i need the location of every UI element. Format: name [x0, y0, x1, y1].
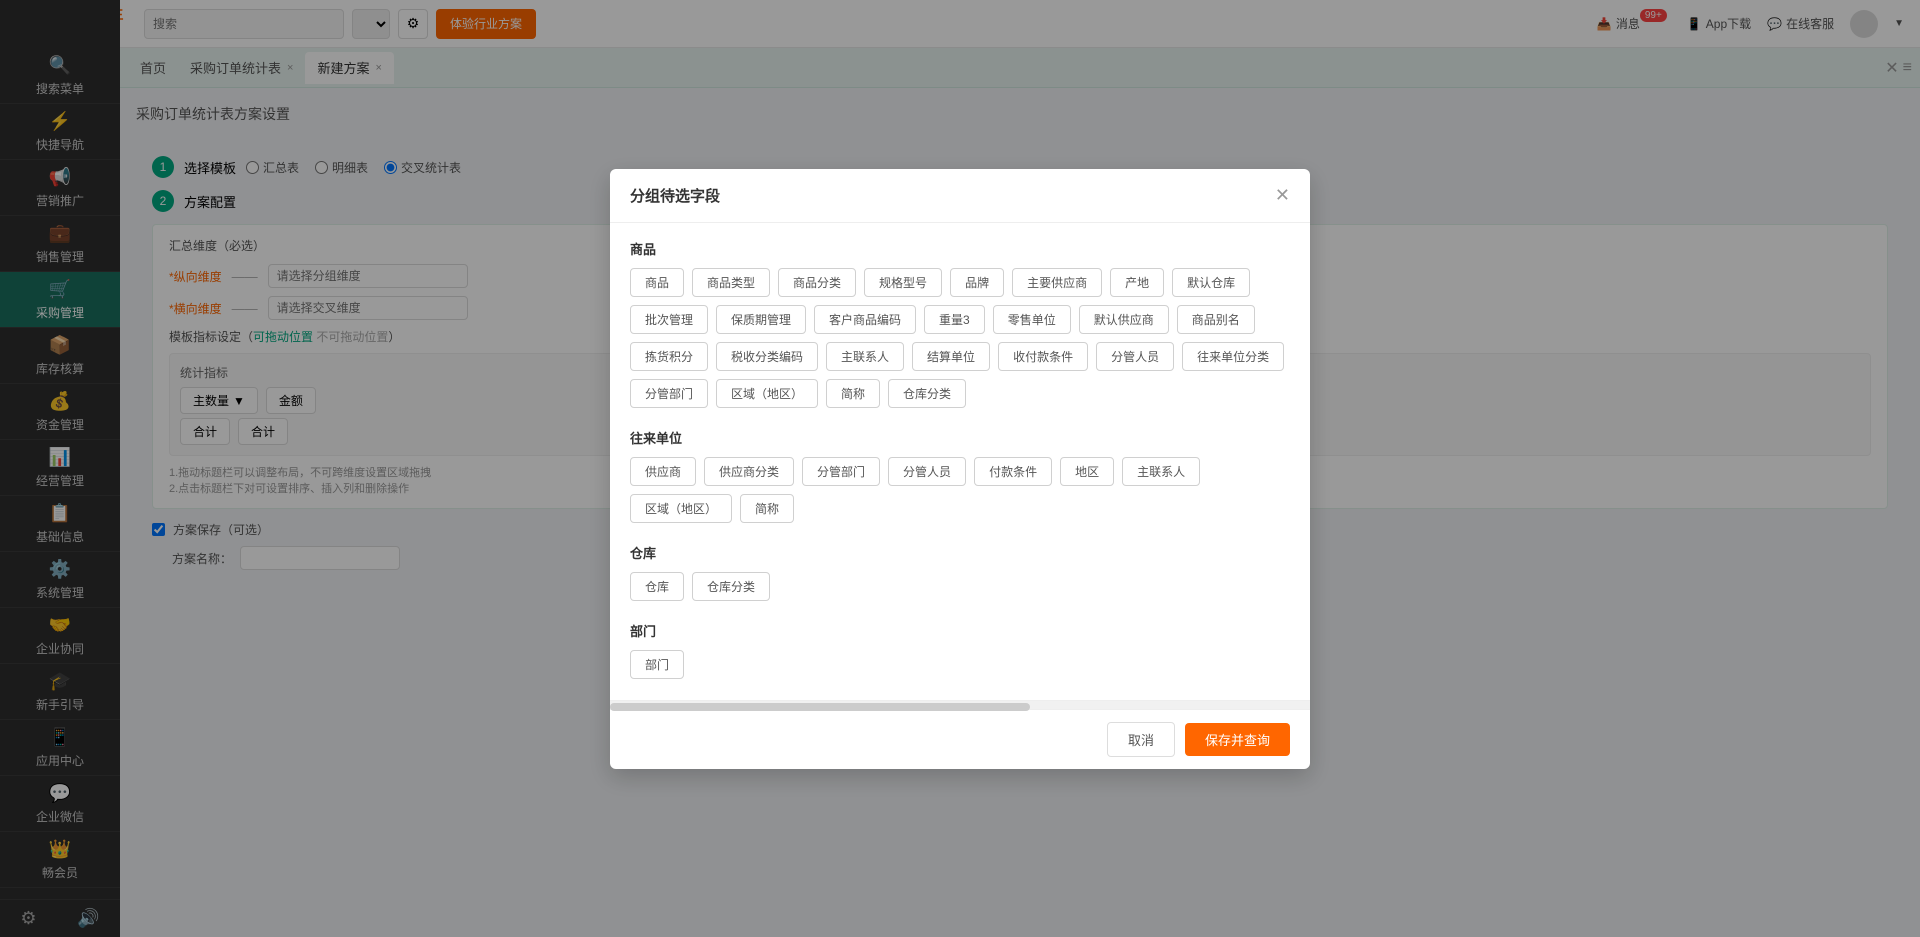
field-tag[interactable]: 仓库分类	[692, 572, 770, 601]
field-tag[interactable]: 批次管理	[630, 305, 708, 334]
field-tag[interactable]: 保质期管理	[716, 305, 806, 334]
field-tag[interactable]: 默认仓库	[1172, 268, 1250, 297]
field-tag[interactable]: 税收分类编码	[716, 342, 818, 371]
field-section: 商品商品商品类型商品分类规格型号品牌主要供应商产地默认仓库批次管理保质期管理客户…	[630, 239, 1290, 408]
field-tag[interactable]: 收付款条件	[998, 342, 1088, 371]
field-tag[interactable]: 客户商品编码	[814, 305, 916, 334]
field-tag[interactable]: 区域（地区）	[630, 494, 732, 523]
field-tag[interactable]: 商品别名	[1177, 305, 1255, 334]
field-tag[interactable]: 零售单位	[993, 305, 1071, 334]
field-tag[interactable]: 分管人员	[1096, 342, 1174, 371]
field-tag[interactable]: 供应商分类	[704, 457, 794, 486]
field-tag[interactable]: 区域（地区）	[716, 379, 818, 408]
field-grid: 商品商品类型商品分类规格型号品牌主要供应商产地默认仓库批次管理保质期管理客户商品…	[630, 268, 1290, 408]
field-tag[interactable]: 主联系人	[1122, 457, 1200, 486]
field-tag[interactable]: 往来单位分类	[1182, 342, 1284, 371]
modal-overlay: 分组待选字段 ✕ 商品商品商品类型商品分类规格型号品牌主要供应商产地默认仓库批次…	[0, 0, 1920, 937]
field-tag[interactable]: 地区	[1060, 457, 1114, 486]
field-tag[interactable]: 仓库分类	[888, 379, 966, 408]
field-tag[interactable]: 默认供应商	[1079, 305, 1169, 334]
field-tag[interactable]: 部门	[630, 650, 684, 679]
field-grid: 部门	[630, 650, 1290, 679]
section-title: 仓库	[630, 543, 1290, 562]
field-tag[interactable]: 拣货积分	[630, 342, 708, 371]
field-section: 往来单位供应商供应商分类分管部门分管人员付款条件地区主联系人区域（地区） 简称	[630, 428, 1290, 523]
field-tag[interactable]: 商品	[630, 268, 684, 297]
field-tag[interactable]: 主要供应商	[1012, 268, 1102, 297]
field-tag[interactable]: 主联系人	[826, 342, 904, 371]
field-tag[interactable]: 分管人员	[888, 457, 966, 486]
field-tag[interactable]: 重量3	[924, 305, 985, 334]
field-tag[interactable]: 商品类型	[692, 268, 770, 297]
field-tag[interactable]: 简称	[740, 494, 794, 523]
cancel-button[interactable]: 取消	[1107, 722, 1175, 757]
field-tag[interactable]: 供应商	[630, 457, 696, 486]
field-grid: 供应商供应商分类分管部门分管人员付款条件地区主联系人区域（地区） 简称	[630, 457, 1290, 523]
section-title: 部门	[630, 621, 1290, 640]
field-tag[interactable]: 分管部门	[630, 379, 708, 408]
modal-footer: 取消 保存并查询	[610, 709, 1310, 769]
field-tag[interactable]: 商品分类	[778, 268, 856, 297]
save-query-button[interactable]: 保存并查询	[1185, 723, 1290, 756]
field-tag[interactable]: 付款条件	[974, 457, 1052, 486]
field-tag[interactable]: 产地	[1110, 268, 1164, 297]
modal-title: 分组待选字段	[630, 185, 720, 206]
modal-scrollbar-thumb	[610, 703, 1030, 711]
field-section: 仓库仓库仓库分类	[630, 543, 1290, 601]
section-title: 商品	[630, 239, 1290, 258]
field-tag[interactable]: 仓库	[630, 572, 684, 601]
field-grid: 仓库仓库分类	[630, 572, 1290, 601]
field-tag[interactable]: 简称	[826, 379, 880, 408]
field-tag[interactable]: 分管部门	[802, 457, 880, 486]
modal: 分组待选字段 ✕ 商品商品商品类型商品分类规格型号品牌主要供应商产地默认仓库批次…	[610, 169, 1310, 769]
modal-body: 商品商品商品类型商品分类规格型号品牌主要供应商产地默认仓库批次管理保质期管理客户…	[610, 223, 1310, 700]
modal-header: 分组待选字段 ✕	[610, 169, 1310, 223]
section-title: 往来单位	[630, 428, 1290, 447]
field-tag[interactable]: 结算单位	[912, 342, 990, 371]
modal-close-button[interactable]: ✕	[1275, 186, 1290, 204]
field-section: 部门部门	[630, 621, 1290, 679]
modal-horizontal-scrollbar[interactable]	[610, 700, 1310, 709]
field-tag[interactable]: 规格型号	[864, 268, 942, 297]
field-tag[interactable]: 品牌	[950, 268, 1004, 297]
